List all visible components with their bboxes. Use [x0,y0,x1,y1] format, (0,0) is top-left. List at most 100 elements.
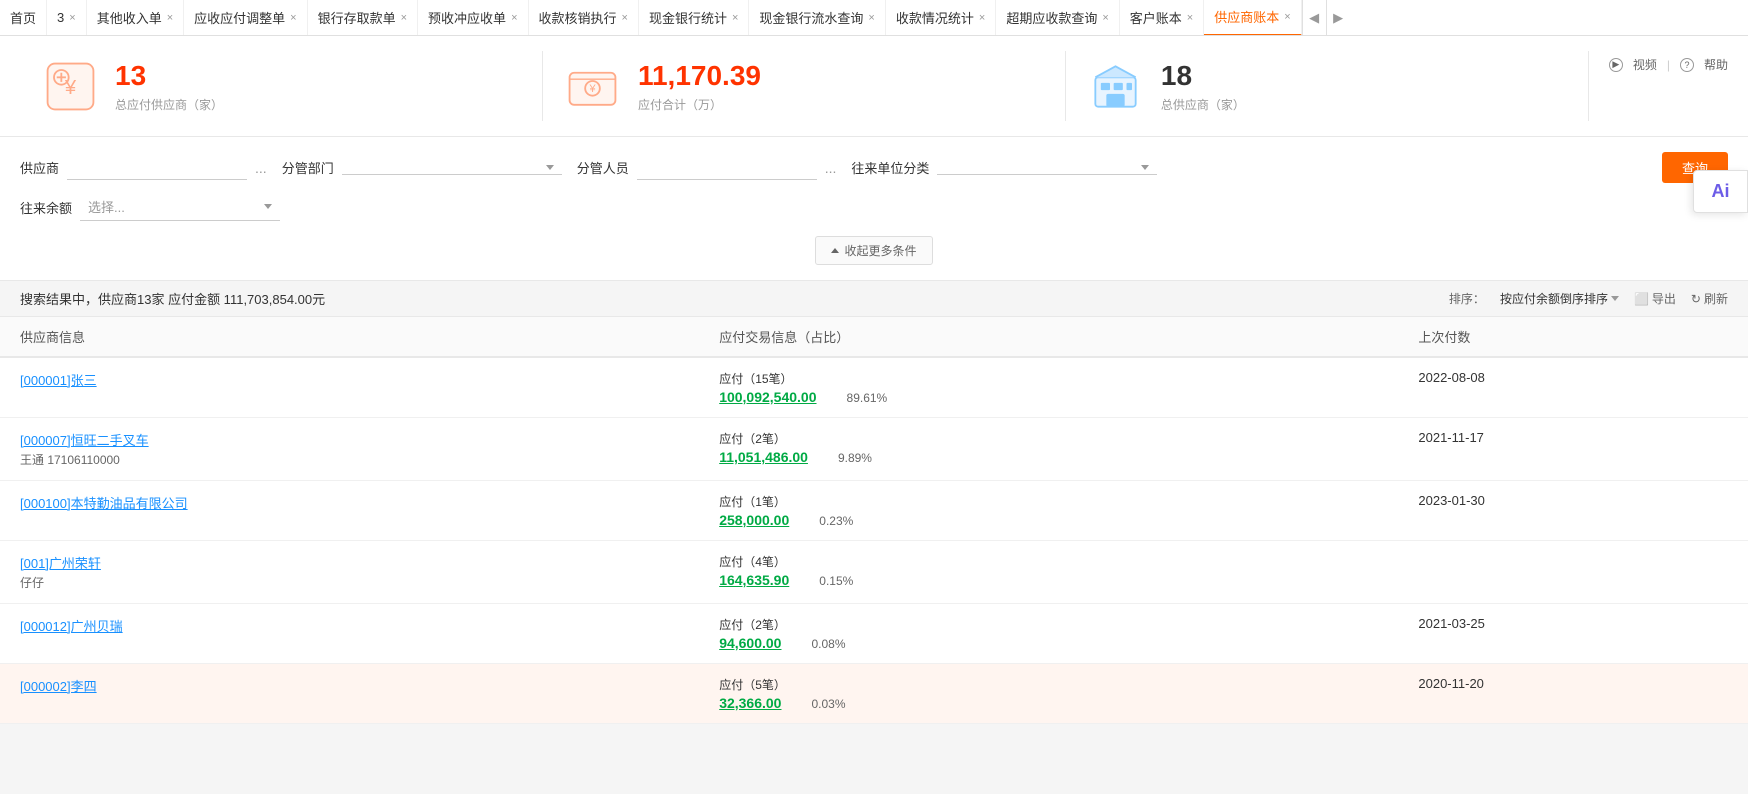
refresh-button[interactable]: ↻ 刷新 [1691,290,1728,307]
chevron-up-icon [831,248,839,253]
nav-item-cash-bank-flow[interactable]: 现金银行流水查询 × [749,0,885,36]
supplier-input[interactable] [67,156,247,180]
table-row: [000007]恒旺二手叉车王通 17106110000应付（2笔）11,051… [0,418,1748,481]
nav-item-other-income[interactable]: 其他收入单 × [87,0,184,36]
table-row: [000012]广州贝瑞 应付（2笔）94,600.000.08% 2021-03-… [0,604,1748,664]
summary-text-payable-total: 11,170.39 应付合计（万） [638,59,761,113]
supplier-dots[interactable]: ... [255,160,267,176]
table-row: [000002]李四应付（5笔）32,366.000.03%2020-11-20 [0,664,1748,724]
help-link[interactable]: 帮助 [1704,56,1728,73]
last-payment-cell [1398,541,1748,604]
payable-percent: 0.23% [819,514,853,528]
nav-label: 银行存取款单 [318,8,396,27]
video-link[interactable]: 视频 [1633,56,1657,73]
nav-item-collection-stat[interactable]: 收款情况统计 × [886,0,996,36]
payable-info-cell: 应付（2笔）94,600.000.08% [699,604,1398,664]
nav-item-overdue-ar[interactable]: 超期应收款查询 × [996,0,1119,36]
nav-left-arrow[interactable]: ◀ [1302,0,1326,36]
payable-amount[interactable]: 100,092,540.00 [719,389,816,405]
close-icon[interactable]: × [290,12,296,24]
filter-supplier: 供应商 ... [20,156,267,180]
nav-item-customer-ledger[interactable]: 客户账本 × [1120,0,1204,36]
person-dots[interactable]: ... [825,160,837,176]
nav-bar: 首页 3 × 其他收入单 × 应收应付调整单 × 银行存取款单 × 预收冲应收单… [0,0,1748,36]
ai-panel[interactable]: Ai [1693,170,1748,213]
refresh-icon: ↻ [1691,292,1701,306]
nav-item-ar-ap-adjust[interactable]: 应收应付调整单 × [184,0,307,36]
header-supplier-info: 供应商信息 [0,317,699,357]
payable-info-cell: 应付（4笔）164,635.900.15% [699,541,1398,604]
balance-select[interactable]: 选择... [80,193,280,221]
nav-label: 现金银行统计 [649,8,727,27]
nav-label: 预收冲应收单 [428,8,506,27]
payable-suppliers-icon: ¥ [40,56,100,116]
nav-right-arrow[interactable]: ▶ [1326,0,1350,36]
filter-balance: 往来余额 选择... [20,193,280,221]
supplier-link[interactable]: [000012]广州贝瑞 [20,619,123,634]
close-icon[interactable]: × [167,12,173,24]
close-icon[interactable]: × [1102,12,1108,24]
close-icon[interactable]: × [1187,12,1193,24]
close-icon[interactable]: × [868,12,874,24]
nav-item-prepay-offset[interactable]: 预收冲应收单 × [418,0,528,36]
close-icon[interactable]: × [401,12,407,24]
last-payment-date: 2021-11-17 [1418,430,1484,445]
sort-select[interactable]: 按应付余额倒序排序 [1500,290,1619,307]
export-button[interactable]: ⬜ 导出 [1634,290,1676,307]
close-icon[interactable]: × [622,12,628,24]
person-label: 分管人员 [577,158,629,177]
total-suppliers-number: 18 [1161,59,1245,93]
collapse-button[interactable]: 收起更多条件 [815,236,932,265]
nav-item-supplier-ledger[interactable]: 供应商账本 × [1204,0,1301,36]
nav-item-home[interactable]: 首页 [0,0,47,36]
category-chevron-icon [1141,165,1149,170]
nav-label: 收款情况统计 [896,8,974,27]
close-icon[interactable]: × [732,12,738,24]
person-input[interactable] [637,156,817,180]
payable-amount[interactable]: 32,366.00 [719,695,781,711]
payable-amount[interactable]: 94,600.00 [719,635,781,651]
payable-info-cell: 应付（1笔） 258,000.00 0.23% [699,481,1398,541]
export-icon: ⬜ [1634,292,1649,306]
supplier-link[interactable]: [000002]李四 [20,679,97,694]
payable-label: 应付（1笔） [719,493,1378,510]
payable-amount[interactable]: 258,000.00 [719,512,789,528]
supplier-link[interactable]: [000001]张三 [20,373,97,388]
payable-label: 应付（5笔） [719,676,1378,693]
payable-amount[interactable]: 11,051,486.00 [719,449,808,465]
supplier-link[interactable]: [000100]本特勤油品有限公司 [20,496,188,511]
data-table-wrapper: 供应商信息 应付交易信息（占比） 上次付数 [000001]张三应付（15笔）1… [0,317,1748,724]
payable-total-icon: ¥ [563,56,623,116]
dept-select[interactable] [342,161,562,175]
last-payment-date: 2022-08-08 [1418,370,1485,385]
payable-info-cell: 应付（15笔）100,092,540.0089.61% [699,357,1398,418]
supplier-label: 供应商 [20,158,59,177]
close-icon[interactable]: × [511,12,517,24]
close-icon[interactable]: × [69,12,75,24]
nav-item-3[interactable]: 3 × [47,0,87,36]
close-icon[interactable]: × [979,12,985,24]
nav-item-bank-deposit[interactable]: 银行存取款单 × [308,0,418,36]
last-payment-date: 2021-03-25 [1418,616,1485,631]
balance-label: 往来余额 [20,198,72,217]
supplier-link[interactable]: [001]广州荣轩 [20,556,101,571]
payable-percent: 89.61% [847,391,888,405]
supplier-info-cell: [000012]广州贝瑞 [0,604,699,664]
payable-info-cell: 应付（2笔）11,051,486.009.89% [699,418,1398,481]
payable-amount[interactable]: 164,635.90 [719,572,789,588]
supplier-info-cell: [000002]李四 [0,664,699,724]
table-row: [001]广州荣轩仔仔应付（4笔）164,635.900.15% [0,541,1748,604]
total-suppliers-label: 总供应商（家） [1161,96,1245,113]
nav-label: 收款核销执行 [539,8,617,27]
category-select[interactable] [937,161,1157,175]
header-payable-info: 应付交易信息（占比） [699,317,1398,357]
nav-item-cash-bank-stat[interactable]: 现金银行统计 × [639,0,749,36]
nav-label: 供应商账本 [1214,7,1279,26]
video-circle-icon: ▶ [1609,58,1623,72]
close-icon[interactable]: × [1284,11,1290,23]
sort-label: 排序： [1449,290,1485,307]
supplier-link[interactable]: [000007]恒旺二手叉车 [20,433,149,448]
supplier-info-cell: [000001]张三 [0,357,699,418]
summary-card-payable-total: ¥ 11,170.39 应付合计（万） [543,51,1066,121]
nav-item-collection-exec[interactable]: 收款核销执行 × [529,0,639,36]
